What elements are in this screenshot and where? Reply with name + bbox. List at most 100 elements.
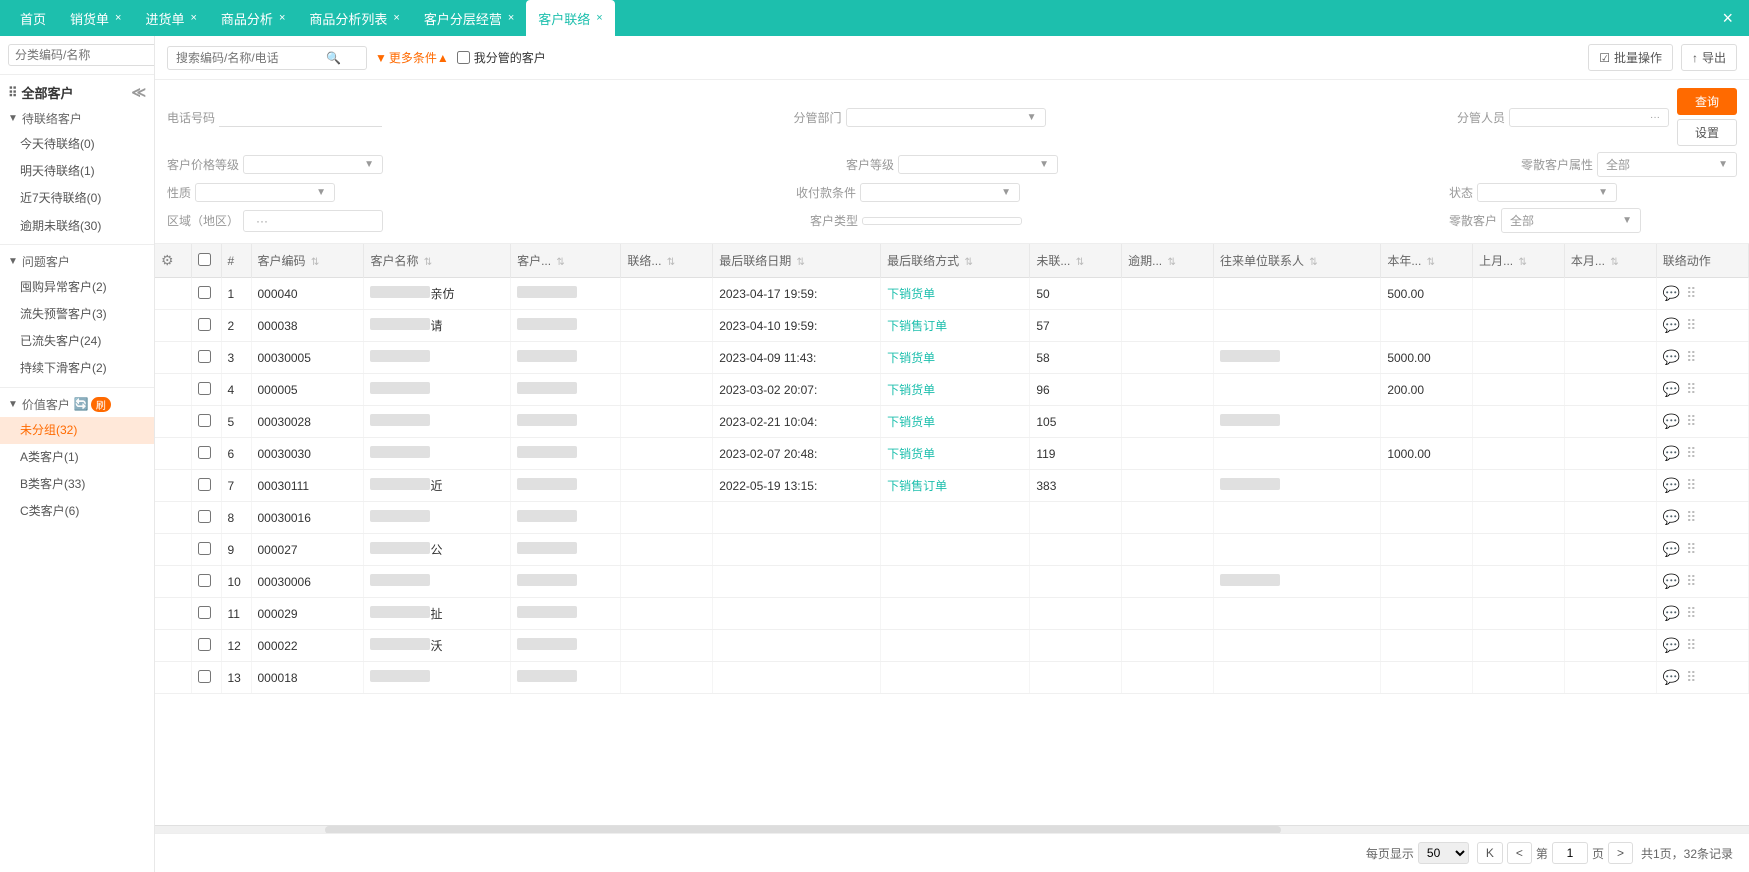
select-all-checkbox[interactable]	[198, 253, 211, 266]
grid-action-icon[interactable]: ⠿	[1686, 605, 1696, 622]
first-page-btn[interactable]: K	[1477, 842, 1503, 864]
col-code[interactable]: 客户编码 ⇅	[251, 244, 364, 278]
search-btn[interactable]: 查询	[1677, 88, 1737, 115]
row-last-method[interactable]: 下销货单	[881, 278, 1030, 310]
col-current-year[interactable]: 本年... ⇅	[1381, 244, 1473, 278]
col-no-contact[interactable]: 未联... ⇅	[1030, 244, 1122, 278]
dots-icon[interactable]: ···	[256, 214, 268, 228]
col-overdue[interactable]: 逾期... ⇅	[1122, 244, 1214, 278]
settings-icon[interactable]: ⚙	[161, 252, 174, 268]
grid-action-icon[interactable]: ⠿	[1686, 413, 1696, 430]
row-last-method[interactable]	[881, 598, 1030, 630]
message-icon[interactable]: 💬	[1663, 285, 1680, 302]
grid-action-icon[interactable]: ⠿	[1686, 317, 1696, 334]
row-checkbox[interactable]	[191, 662, 221, 694]
message-icon[interactable]: 💬	[1663, 509, 1680, 526]
row-checkbox[interactable]	[191, 342, 221, 374]
dept-select[interactable]: ▼	[846, 108, 1046, 127]
export-btn[interactable]: ↑ 导出	[1681, 44, 1737, 71]
tab-product-analysis[interactable]: 商品分析 ×	[209, 0, 297, 36]
row-last-method[interactable]: 下销货单	[881, 438, 1030, 470]
row-checkbox[interactable]	[191, 278, 221, 310]
col-this-month[interactable]: 本月... ⇅	[1564, 244, 1656, 278]
tab-product-analysis-list[interactable]: 商品分析列表 ×	[297, 0, 411, 36]
retail-customer-select[interactable]: 全部 ▼	[1501, 208, 1641, 233]
region-select[interactable]: ···	[243, 210, 383, 232]
col-type[interactable]: 客户... ⇅	[511, 244, 621, 278]
row-last-method[interactable]	[881, 534, 1030, 566]
col-last-method[interactable]: 最后联络方式 ⇅	[881, 244, 1030, 278]
sidebar-item-ungroup[interactable]: 未分组(32)	[0, 417, 154, 444]
reset-btn[interactable]: 设置	[1677, 119, 1737, 146]
my-customers-checkbox[interactable]: 我分管的客户	[457, 49, 546, 66]
message-icon[interactable]: 💬	[1663, 317, 1680, 334]
col-name[interactable]: 客户名称 ⇅	[364, 244, 511, 278]
close-tab-product-analysis[interactable]: ×	[279, 12, 285, 24]
status-select[interactable]: ▼	[1477, 183, 1617, 202]
close-all-tabs[interactable]: ×	[1714, 8, 1741, 29]
row-checkbox[interactable]	[191, 566, 221, 598]
grid-action-icon[interactable]: ⠿	[1686, 573, 1696, 590]
message-icon[interactable]: 💬	[1663, 573, 1680, 590]
search-input[interactable]	[176, 51, 326, 65]
row-checkbox[interactable]	[191, 534, 221, 566]
sidebar-item-c-class[interactable]: C类客户(6)	[0, 498, 154, 525]
row-checkbox[interactable]	[191, 438, 221, 470]
sidebar-item-overdue[interactable]: 逾期未联络(30)	[0, 213, 154, 240]
row-last-method[interactable]	[881, 662, 1030, 694]
row-checkbox[interactable]	[191, 630, 221, 662]
phone-input[interactable]	[219, 108, 382, 127]
row-last-method[interactable]: 下销售订单	[881, 310, 1030, 342]
sidebar-item-7days[interactable]: 近7天待联络(0)	[0, 185, 154, 212]
message-icon[interactable]: 💬	[1663, 541, 1680, 558]
grid-action-icon[interactable]: ⠿	[1686, 477, 1696, 494]
page-size-select[interactable]: 20 50 100	[1418, 842, 1469, 864]
sidebar-item-today[interactable]: 今天待联络(0)	[0, 131, 154, 158]
col-last-date[interactable]: 最后联络日期 ⇅	[713, 244, 881, 278]
message-icon[interactable]: 💬	[1663, 349, 1680, 366]
row-checkbox[interactable]	[191, 598, 221, 630]
tab-customer-contact[interactable]: 客户联络 ×	[526, 0, 614, 36]
all-customers-header[interactable]: ⠿ 全部客户 ≪	[0, 75, 154, 106]
next-page-btn[interactable]: >	[1608, 842, 1633, 864]
customer-level-select[interactable]: ▼	[898, 155, 1058, 174]
row-last-method[interactable]: 下销售订单	[881, 470, 1030, 502]
batch-ops-btn[interactable]: ☑ 批量操作	[1588, 44, 1673, 71]
sidebar-item-declining[interactable]: 持续下滑客户(2)	[0, 355, 154, 382]
price-level-select[interactable]: ▼	[243, 155, 383, 174]
grid-action-icon[interactable]: ⠿	[1686, 445, 1696, 462]
message-icon[interactable]: 💬	[1663, 477, 1680, 494]
tab-customer-segment[interactable]: 客户分层经营 ×	[412, 0, 526, 36]
row-last-method[interactable]	[881, 630, 1030, 662]
row-checkbox[interactable]	[191, 374, 221, 406]
message-icon[interactable]: 💬	[1663, 669, 1680, 686]
tab-purchase[interactable]: 进货单 ×	[133, 0, 208, 36]
page-input[interactable]	[1552, 842, 1588, 864]
message-icon[interactable]: 💬	[1663, 381, 1680, 398]
sidebar-item-b-class[interactable]: B类客户(33)	[0, 471, 154, 498]
customer-type-select[interactable]	[862, 217, 1022, 225]
sidebar-group-problem[interactable]: ▼ 问题客户	[0, 249, 154, 274]
grid-action-icon[interactable]: ⠿	[1686, 381, 1696, 398]
close-tab-sales[interactable]: ×	[115, 12, 121, 24]
row-last-method[interactable]: 下销货单	[881, 374, 1030, 406]
row-last-method[interactable]: 下销货单	[881, 406, 1030, 438]
sidebar-collapse-icon[interactable]: ≪	[131, 84, 146, 101]
close-tab-product-list[interactable]: ×	[393, 12, 399, 24]
grid-action-icon[interactable]: ⠿	[1686, 509, 1696, 526]
sidebar-item-tomorrow[interactable]: 明天待联络(1)	[0, 158, 154, 185]
person-select[interactable]: ···	[1509, 108, 1669, 127]
tab-sales[interactable]: 销货单 ×	[58, 0, 133, 36]
col-last-month[interactable]: 上月... ⇅	[1473, 244, 1565, 278]
row-checkbox[interactable]	[191, 406, 221, 438]
col-contact[interactable]: 联络... ⇅	[621, 244, 713, 278]
sidebar-group-value[interactable]: ▼ 价值客户 🔄 刷	[0, 392, 154, 417]
search-icon[interactable]: 🔍	[326, 51, 341, 65]
sidebar-item-a-class[interactable]: A类客户(1)	[0, 444, 154, 471]
grid-action-icon[interactable]: ⠿	[1686, 285, 1696, 302]
sidebar-search-input[interactable]	[8, 44, 155, 66]
message-icon[interactable]: 💬	[1663, 637, 1680, 654]
message-icon[interactable]: 💬	[1663, 413, 1680, 430]
message-icon[interactable]: 💬	[1663, 605, 1680, 622]
close-tab-purchase[interactable]: ×	[190, 12, 196, 24]
